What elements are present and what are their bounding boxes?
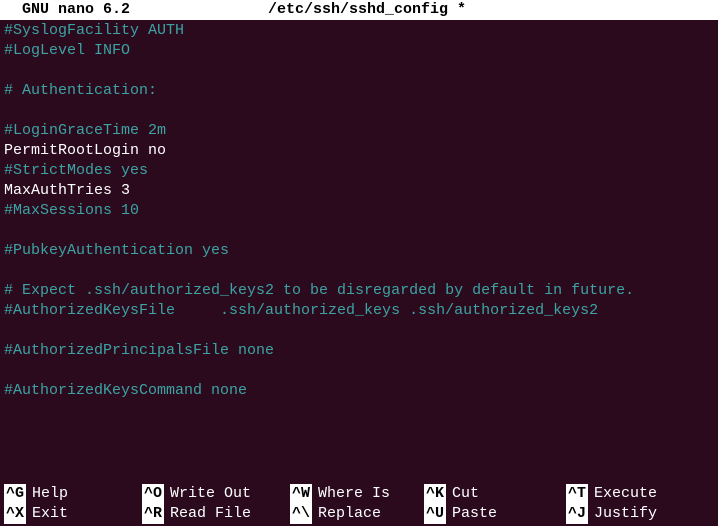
shortcuts-row-2: ^X Exit ^R Read File ^\ Replace ^U Paste ^J Justi…	[4, 504, 714, 524]
editor-line[interactable]: #SyslogFacility AUTH	[4, 21, 718, 41]
shortcut-key: ^K	[424, 484, 446, 504]
shortcut-justify[interactable]: ^J Justify	[566, 504, 686, 524]
editor-line[interactable]: PermitRootLogin no	[4, 141, 718, 161]
shortcut-key: ^J	[566, 504, 588, 524]
editor-line[interactable]	[4, 221, 718, 241]
title-bar: GNU nano 6.2 /etc/ssh/sshd_config *	[0, 0, 718, 20]
shortcut-exit[interactable]: ^X Exit	[4, 504, 142, 524]
editor-line[interactable]: # Expect .ssh/authorized_keys2 to be dis…	[4, 281, 718, 301]
shortcut-read-file[interactable]: ^R Read File	[142, 504, 290, 524]
editor-line[interactable]: #AuthorizedPrincipalsFile none	[4, 341, 718, 361]
shortcut-help[interactable]: ^G Help	[4, 484, 142, 504]
editor-line[interactable]	[4, 361, 718, 381]
editor-line[interactable]	[4, 261, 718, 281]
shortcut-label: Help	[32, 484, 68, 504]
shortcut-key: ^O	[142, 484, 164, 504]
shortcut-paste[interactable]: ^U Paste	[424, 504, 566, 524]
shortcut-label: Execute	[594, 484, 657, 504]
app-name: GNU nano 6.2	[22, 0, 130, 20]
editor-content[interactable]: #SyslogFacility AUTH#LogLevel INFO # Aut…	[0, 20, 718, 401]
editor-line[interactable]	[4, 101, 718, 121]
editor-line[interactable]: #LogLevel INFO	[4, 41, 718, 61]
editor-line[interactable]: MaxAuthTries 3	[4, 181, 718, 201]
shortcut-key: ^T	[566, 484, 588, 504]
shortcut-key: ^G	[4, 484, 26, 504]
shortcut-label: Replace	[318, 504, 381, 524]
shortcut-label: Paste	[452, 504, 497, 524]
editor-line[interactable]: #AuthorizedKeysFile .ssh/authorized_keys…	[4, 301, 718, 321]
editor-line[interactable]: #PubkeyAuthentication yes	[4, 241, 718, 261]
shortcut-label: Justify	[594, 504, 657, 524]
shortcuts-footer: ^G Help ^O Write Out ^W Where Is ^K Cut ^T Execut…	[0, 484, 718, 524]
shortcut-where-is[interactable]: ^W Where Is	[290, 484, 424, 504]
shortcut-key: ^X	[4, 504, 26, 524]
shortcuts-row-1: ^G Help ^O Write Out ^W Where Is ^K Cut ^T Execut…	[4, 484, 714, 504]
shortcut-write-out[interactable]: ^O Write Out	[142, 484, 290, 504]
shortcut-key: ^R	[142, 504, 164, 524]
file-path: /etc/ssh/sshd_config *	[268, 0, 466, 20]
shortcut-label: Cut	[452, 484, 479, 504]
editor-line[interactable]: #AuthorizedKeysCommand none	[4, 381, 718, 401]
shortcut-replace[interactable]: ^\ Replace	[290, 504, 424, 524]
shortcut-key: ^W	[290, 484, 312, 504]
shortcut-key: ^\	[290, 504, 312, 524]
editor-line[interactable]: #LoginGraceTime 2m	[4, 121, 718, 141]
shortcut-label: Where Is	[318, 484, 390, 504]
shortcut-label: Exit	[32, 504, 68, 524]
shortcut-execute[interactable]: ^T Execute	[566, 484, 686, 504]
editor-line[interactable]: #StrictModes yes	[4, 161, 718, 181]
shortcut-label: Read File	[170, 504, 251, 524]
shortcut-label: Write Out	[170, 484, 251, 504]
shortcut-cut[interactable]: ^K Cut	[424, 484, 566, 504]
editor-line[interactable]	[4, 321, 718, 341]
editor-line[interactable]: # Authentication:	[4, 81, 718, 101]
editor-line[interactable]: #MaxSessions 10	[4, 201, 718, 221]
shortcut-key: ^U	[424, 504, 446, 524]
editor-line[interactable]	[4, 61, 718, 81]
